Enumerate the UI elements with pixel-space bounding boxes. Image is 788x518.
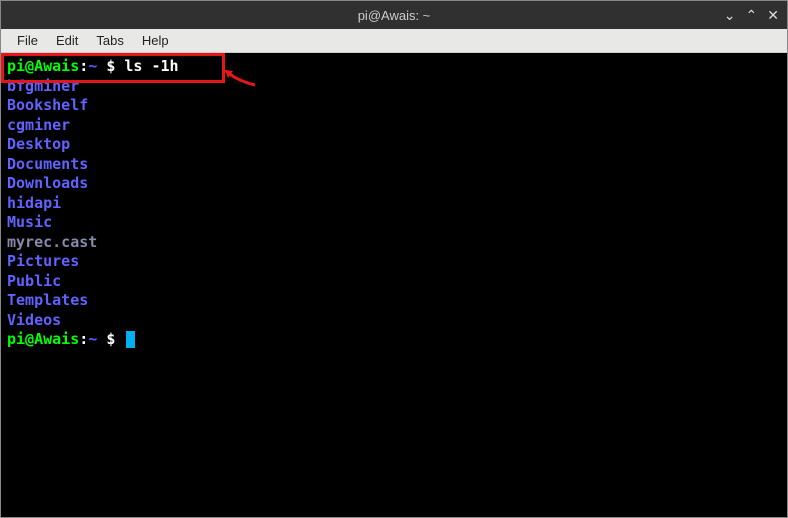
output-entry: Templates [7, 291, 88, 309]
titlebar[interactable]: pi@Awais: ~ ⌄ ⌃ ✕ [1, 1, 787, 29]
output-entry: Bookshelf [7, 96, 88, 114]
prompt-colon: : [79, 330, 88, 348]
window-title: pi@Awais: ~ [358, 8, 431, 23]
terminal-window: pi@Awais: ~ ⌄ ⌃ ✕ File Edit Tabs Help pi… [0, 0, 788, 518]
menu-edit[interactable]: Edit [48, 31, 86, 50]
prompt-user-host: pi@Awais [7, 330, 79, 348]
output-entry: Pictures [7, 252, 79, 270]
prompt-dollar: $ [97, 330, 124, 348]
close-button[interactable]: ✕ [767, 8, 779, 22]
output-line: cgminer [7, 116, 781, 136]
menu-help[interactable]: Help [134, 31, 177, 50]
menubar: File Edit Tabs Help [1, 29, 787, 53]
output-line: hidapi [7, 194, 781, 214]
menu-file[interactable]: File [9, 31, 46, 50]
minimize-button[interactable]: ⌄ [724, 8, 736, 22]
output-entry: bfgminer [7, 77, 79, 95]
output-entry: Public [7, 272, 61, 290]
prompt-line-1: pi@Awais:~ $ ls -1h [7, 57, 781, 77]
output-entry: Videos [7, 311, 61, 329]
output-entry: hidapi [7, 194, 61, 212]
output-entry: Downloads [7, 174, 88, 192]
prompt-path: ~ [88, 57, 97, 75]
output-entry: myrec.cast [7, 233, 97, 251]
maximize-button[interactable]: ⌃ [746, 8, 758, 22]
terminal-area[interactable]: pi@Awais:~ $ ls -1h bfgminerBookshelfcgm… [1, 53, 787, 517]
output-entry: Music [7, 213, 52, 231]
output-listing: bfgminerBookshelf cgminerDesktop Documents… [7, 77, 781, 331]
output-line: Documents [7, 155, 781, 175]
terminal-cursor [126, 331, 135, 348]
output-line: Videos [7, 311, 781, 331]
menu-tabs[interactable]: Tabs [88, 31, 131, 50]
output-entry: cgminer [7, 116, 70, 134]
output-line: Downloads [7, 174, 781, 194]
output-line: Bookshelf [7, 96, 781, 116]
output-line: myrec.cast [7, 233, 781, 253]
prompt-colon: : [79, 57, 88, 75]
output-line: Desktop [7, 135, 781, 155]
output-entry: Desktop [7, 135, 70, 153]
output-line: Music [7, 213, 781, 233]
output-line: Templates [7, 291, 781, 311]
output-line: Public [7, 272, 781, 292]
prompt-line-2: pi@Awais:~ $ [7, 330, 781, 350]
prompt-user-host: pi@Awais [7, 57, 79, 75]
output-line: Pictures [7, 252, 781, 272]
window-controls: ⌄ ⌃ ✕ [724, 8, 779, 22]
output-entry: Documents [7, 155, 88, 173]
prompt-path: ~ [88, 330, 97, 348]
prompt-dollar: $ [97, 57, 124, 75]
command-text: ls -1h [124, 57, 178, 75]
output-line: bfgminer [7, 77, 781, 97]
